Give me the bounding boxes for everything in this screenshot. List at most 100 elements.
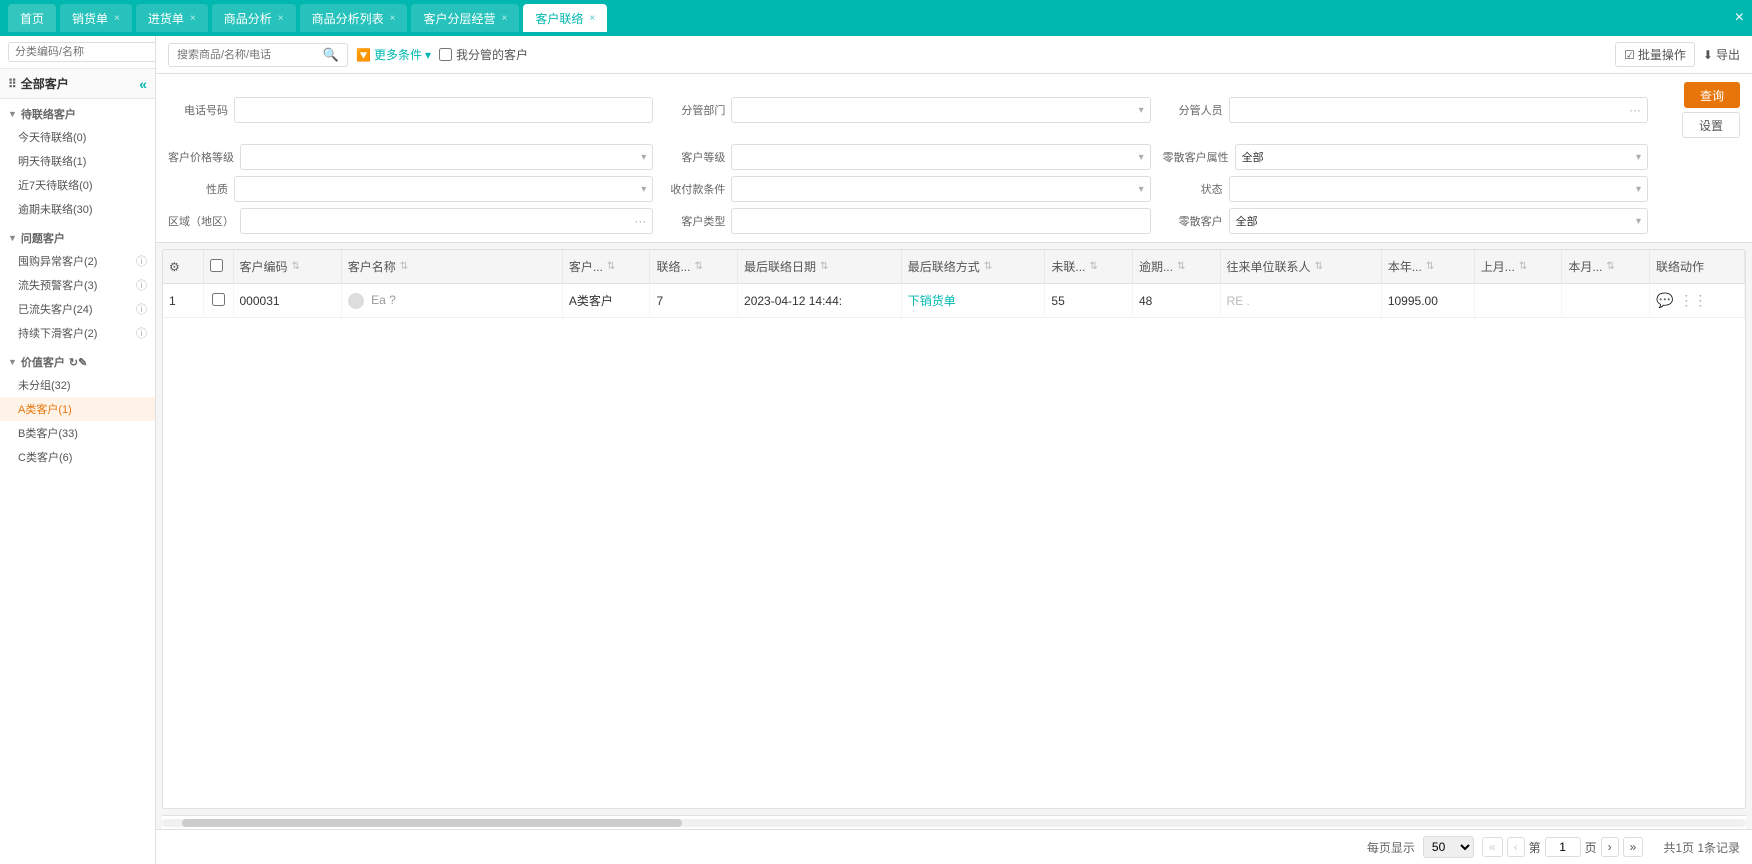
region-input[interactable]: ··· [240,208,653,234]
close-customer-segment-icon[interactable]: × [501,13,507,24]
sidebar-item-a-class[interactable]: A类客户(1) [0,397,155,421]
page-size-select[interactable]: 20 50 100 [1423,836,1474,858]
row-visit: RE . [1227,294,1250,308]
query-button[interactable]: 查询 [1684,82,1740,108]
a-class-label: A类客户(1) [18,401,72,417]
my-customer-checkbox[interactable] [439,48,452,61]
prev-page-button[interactable]: ‹ [1507,837,1525,857]
value-refresh-icon[interactable]: ↻ [69,356,78,369]
main-search-input[interactable] [177,49,323,61]
export-label: 导出 [1716,46,1740,63]
customer-type-input[interactable] [731,208,1150,234]
sidebar-item-b-class[interactable]: B类客户(33) [0,421,155,445]
dept-select[interactable]: ▾ [731,97,1150,123]
col-last-month-sort-icon[interactable]: ⇅ [1519,261,1527,272]
nav-tab-sales[interactable]: 销货单 × [60,4,132,32]
nav-tab-goods-analysis[interactable]: 商品分析 × [212,4,296,32]
status-select[interactable]: ▾ [1229,176,1648,202]
settings-gear-icon[interactable]: ⚙ [169,260,180,274]
overdue-contact-label: 逾期未联络(30) [18,201,93,217]
sidebar-item-churn-warning[interactable]: 流失预警客户(3) ⓘ [0,273,155,297]
batch-action-button[interactable]: ☑ 批量操作 [1615,42,1695,67]
close-purchase-icon[interactable]: × [190,13,196,24]
sidebar-item-hoarding[interactable]: 囤购异常客户(2) ⓘ [0,249,155,273]
row-checkbox[interactable] [212,293,225,306]
export-button[interactable]: ⬇ 导出 [1703,46,1740,63]
col-overdue-sort-icon[interactable]: ⇅ [1177,261,1185,272]
close-customer-contact-icon[interactable]: × [589,13,595,24]
settings-button[interactable]: 设置 [1682,112,1740,138]
col-uncontacted-sort-icon[interactable]: ⇅ [1089,261,1097,272]
sidebar-item-today[interactable]: 今天待联络(0) [0,125,155,149]
close-goods-analysis-icon[interactable]: × [278,13,284,24]
next-page-button[interactable]: › [1601,837,1619,857]
nav-tab-home[interactable]: 首页 [8,4,56,32]
close-all-button[interactable]: × [1735,9,1744,27]
nav-tab-goods-analysis-list[interactable]: 商品分析列表 × [300,4,408,32]
scroll-thumb[interactable] [182,819,682,827]
col-last-date-sort-icon[interactable]: ⇅ [820,261,828,272]
col-this-month-sort-icon[interactable]: ⇅ [1606,261,1614,272]
pending-contact-section: ▼ 待联络客户 今天待联络(0) 明天待联络(1) 近7天待联络(0) 逾期未联… [0,99,155,223]
scroll-track[interactable] [162,819,1746,827]
select-all-checkbox[interactable] [210,259,223,272]
more-action-icon[interactable]: ⋮⋮ [1679,292,1707,309]
col-code-sort-icon[interactable]: ⇅ [292,261,300,272]
hoarding-label: 囤购异常客户(2) [18,253,97,269]
main-search-icon[interactable]: 🔍 [323,47,339,63]
sidebar-item-7days[interactable]: 近7天待联络(0) [0,173,155,197]
retail-customer-select[interactable]: 全部 ▾ [1229,208,1648,234]
payment-select[interactable]: ▾ [731,176,1150,202]
phone-input[interactable] [234,97,653,123]
col-visit-sort-icon[interactable]: ⇅ [1315,261,1323,272]
manager-input[interactable]: ··· [1229,97,1648,123]
sidebar-item-ungrouped[interactable]: 未分组(32) [0,373,155,397]
col-settings[interactable]: ⚙ [163,250,203,284]
today-contact-label: 今天待联络(0) [18,129,86,145]
col-contact-sort-icon[interactable]: ⇅ [694,261,702,272]
sidebar-group-dot-icon: ⠿ [8,77,17,91]
first-page-button[interactable]: « [1482,837,1503,857]
current-page-input[interactable] [1545,837,1581,857]
ungrouped-label: 未分组(32) [18,377,71,393]
customer-level-select[interactable]: ▾ [731,144,1150,170]
row-last-method-link[interactable]: 下销货单 [908,294,956,308]
col-last-method-sort-icon[interactable]: ⇅ [984,261,992,272]
nav-tab-customer-contact[interactable]: 客户联络 × [523,4,607,32]
chat-action-icon[interactable]: 💬 [1656,292,1673,309]
customer-type-field: 客户类型 [665,208,1150,234]
manager-label: 分管人员 [1163,102,1223,118]
close-sales-icon[interactable]: × [114,13,120,24]
value-edit-icon[interactable]: ✎ [78,356,87,369]
sidebar-item-declining[interactable]: 持续下滑客户(2) ⓘ [0,321,155,345]
col-name-sort-icon[interactable]: ⇅ [400,261,408,272]
price-level-select[interactable]: ▾ [240,144,653,170]
nav-tab-purchase[interactable]: 进货单 × [136,4,208,32]
sidebar-item-tomorrow[interactable]: 明天待联络(1) [0,149,155,173]
pending-contact-triangle: ▼ [8,109,17,119]
7days-contact-label: 近7天待联络(0) [18,177,93,193]
filter-bar: 🔍 🔽 更多条件 ▾ 我分管的客户 ☑ 批量操作 ⬇ 导出 [156,36,1752,74]
sidebar-item-overdue[interactable]: 逾期未联络(30) [0,197,155,221]
nature-select[interactable]: ▾ [234,176,653,202]
retail-attr-select[interactable]: 全部 ▾ [1235,144,1648,170]
col-overdue-header: 逾期... ⇅ [1132,250,1220,284]
more-filters-button[interactable]: 🔽 更多条件 ▾ [356,46,431,63]
sidebar-item-c-class[interactable]: C类客户(6) [0,445,155,469]
declining-info-icon: ⓘ [136,325,147,341]
col-this-year-sort-icon[interactable]: ⇅ [1426,261,1434,272]
status-field: 状态 ▾ [1163,176,1648,202]
nav-tab-customer-segment[interactable]: 客户分层经营 × [411,4,519,32]
manager-field: 分管人员 ··· [1163,97,1648,123]
last-page-button[interactable]: » [1623,837,1644,857]
col-level-sort-icon[interactable]: ⇅ [607,261,615,272]
b-class-label: B类客户(33) [18,425,78,441]
retail-customer-arrow-icon: ▾ [1636,216,1641,227]
sidebar-collapse-icon[interactable]: « [139,76,147,92]
close-goods-analysis-list-icon[interactable]: × [390,13,396,24]
sidebar-item-churned[interactable]: 已流失客户(24) ⓘ [0,297,155,321]
col-last-date-label: 最后联络日期 [744,258,816,275]
price-level-arrow-icon: ▾ [641,152,646,163]
sidebar-search-input[interactable] [8,42,156,62]
dept-label: 分管部门 [665,102,725,118]
